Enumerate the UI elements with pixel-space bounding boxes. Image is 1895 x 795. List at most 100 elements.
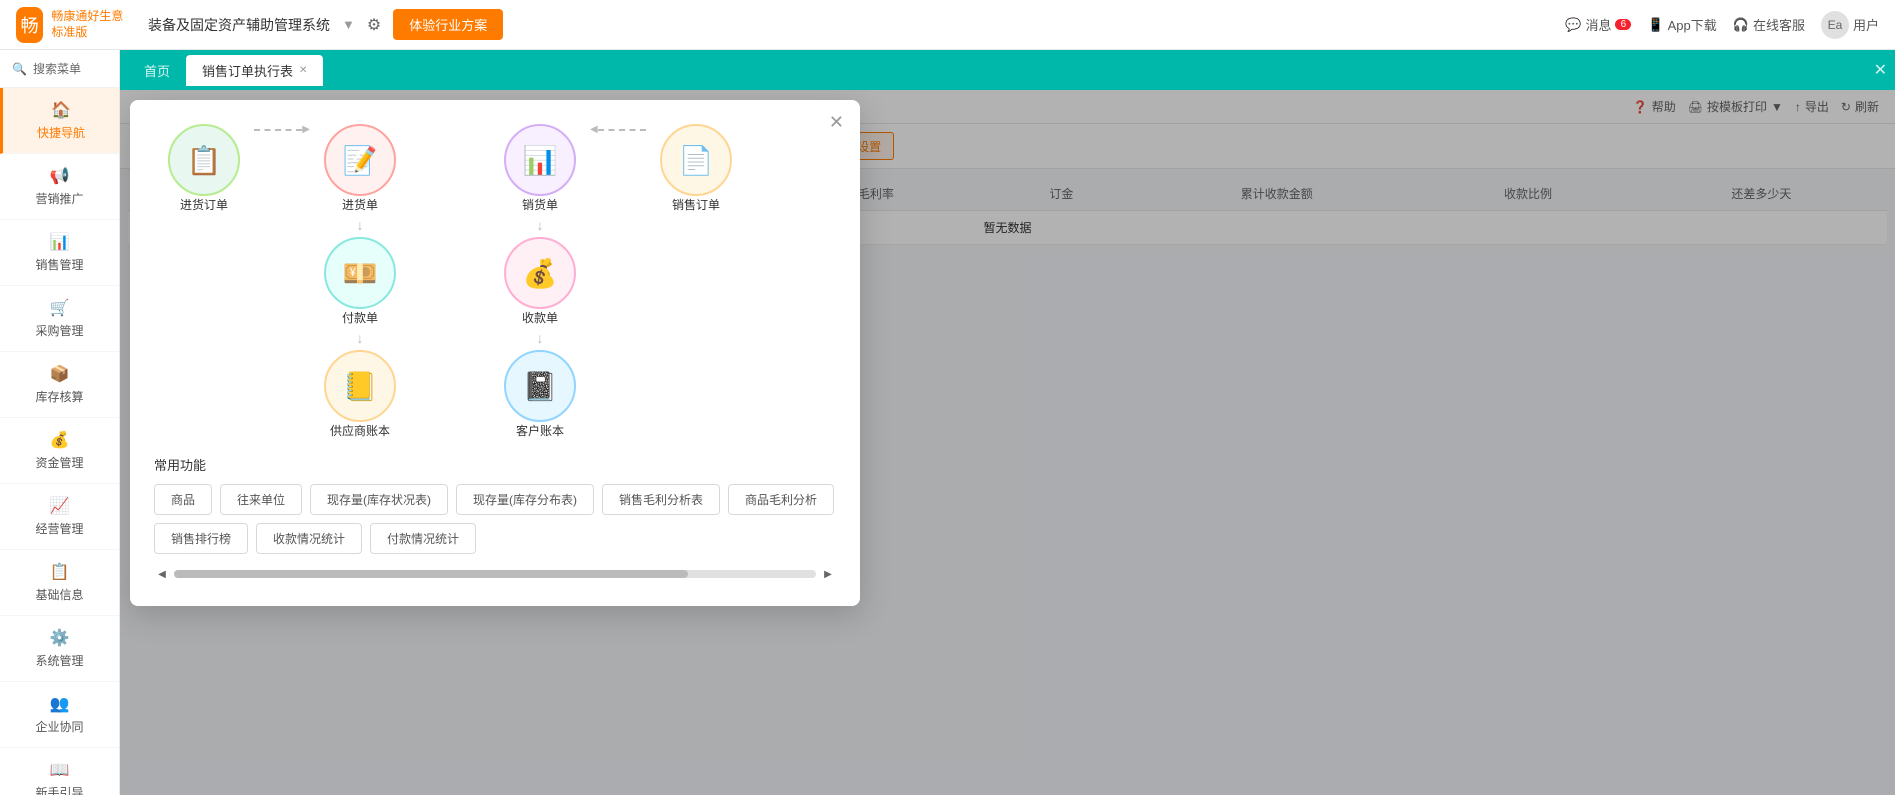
sidebar-label-finance: 资金管理 xyxy=(35,454,83,471)
sidebar-label-sales: 销售管理 xyxy=(35,256,83,273)
flow-customer-account-label: 客户账本 xyxy=(516,422,564,439)
modal-close-button[interactable]: ✕ xyxy=(829,112,844,133)
sidebar: 🔍 搜索菜单 🏠 快捷导航 📢 营销推广 📊 销售管理 🛒 采购管理 📦 xyxy=(0,50,120,795)
marketing-icon: 📢 xyxy=(50,166,70,186)
func-sales-profit[interactable]: 销售毛利分析表 xyxy=(602,484,720,515)
flow-supplier-account-icon[interactable]: 📒 xyxy=(324,350,396,422)
inventory-icon: 📦 xyxy=(50,364,70,384)
flow-supplier-account-label: 供应商账本 xyxy=(330,422,390,439)
logo-icon: 畅 xyxy=(16,7,43,43)
sidebar-label-basic-info: 基础信息 xyxy=(35,586,83,603)
tab-home[interactable]: 首页 xyxy=(128,55,186,86)
user-label: 用户 xyxy=(1853,15,1879,34)
sidebar-item-enterprise[interactable]: 👥 企业协同 xyxy=(0,682,119,748)
common-functions: 常用功能 商品 往来单位 现存量(库存状况表) 现存量(库存分布表) 销售毛利分… xyxy=(154,455,836,554)
sidebar-item-purchase[interactable]: 🛒 采购管理 xyxy=(0,286,119,352)
tab-bar: 首页 销售订单执行表 ✕ ✕ xyxy=(120,50,1895,90)
func-stock-dist[interactable]: 现存量(库存分布表) xyxy=(456,484,594,515)
func-payment-stats[interactable]: 付款情况统计 xyxy=(370,523,476,554)
experience-button[interactable]: 体验行业方案 xyxy=(393,9,503,40)
service-icon: 🎧 xyxy=(1733,17,1749,33)
tab-home-label: 首页 xyxy=(144,61,170,80)
operation-icon: 📈 xyxy=(50,496,70,516)
sidebar-item-marketing[interactable]: 📢 营销推广 xyxy=(0,154,119,220)
home-icon: 🏠 xyxy=(51,100,71,120)
page-content: ❓ 帮助 🖨 按模板打印 ▼ ↑ 导出 ↻ 刷新 xyxy=(120,90,1895,795)
sidebar-item-sales[interactable]: 📊 销售管理 xyxy=(0,220,119,286)
close-all-tabs-icon[interactable]: ✕ xyxy=(1874,60,1887,80)
tab-sales-order-label: 销售订单执行表 xyxy=(202,61,293,80)
sidebar-item-guide[interactable]: 📖 新手引导 xyxy=(0,748,119,795)
modal-overlay: ✕ 📋 进货订单 xyxy=(120,90,1895,795)
sidebar-label-system: 系统管理 xyxy=(35,652,83,669)
scroll-right-button[interactable]: ▶ xyxy=(820,566,836,582)
enterprise-icon: 👥 xyxy=(50,694,70,714)
func-grid: 商品 往来单位 现存量(库存状况表) 现存量(库存分布表) 销售毛利分析表 商品… xyxy=(154,484,836,554)
flow-purchase-slip-icon[interactable]: 📝 xyxy=(324,124,396,196)
flow-sales-slip-label: 销货单 xyxy=(522,196,558,213)
search-icon: 🔍 xyxy=(12,62,27,76)
flow-customer-account-icon[interactable]: 📓 xyxy=(504,350,576,422)
system-name: 装备及固定资产辅助管理系统 xyxy=(148,15,330,35)
sales-icon: 📊 xyxy=(50,232,70,252)
scroll-track[interactable] xyxy=(174,570,816,578)
sidebar-label-guide: 新手引导 xyxy=(35,784,83,795)
sidebar-item-basic-info[interactable]: 📋 基础信息 xyxy=(0,550,119,616)
purchase-icon: 🛒 xyxy=(50,298,70,318)
common-functions-title: 常用功能 xyxy=(154,455,836,474)
scroll-thumb xyxy=(174,570,688,578)
func-partner[interactable]: 往来单位 xyxy=(220,484,302,515)
flow-receipt-icon[interactable]: 💰 xyxy=(504,237,576,309)
sidebar-item-inventory[interactable]: 📦 库存核算 xyxy=(0,352,119,418)
tab-sales-order[interactable]: 销售订单执行表 ✕ xyxy=(186,55,323,86)
logo: 畅 畅康通好生意 标准版 xyxy=(16,7,136,43)
sidebar-label-inventory: 库存核算 xyxy=(35,388,83,405)
flow-sales-slip-icon[interactable]: 📊 xyxy=(504,124,576,196)
sidebar-item-system[interactable]: ⚙️ 系统管理 xyxy=(0,616,119,682)
flow-sales-order-label: 销售订单 xyxy=(672,196,720,213)
flow-purchase-slip-label: 进货单 xyxy=(342,196,378,213)
flow-payment-label: 付款单 xyxy=(342,309,378,326)
sidebar-item-operation[interactable]: 📈 经营管理 xyxy=(0,484,119,550)
app-download-button[interactable]: 📱 App下载 xyxy=(1647,15,1716,34)
sidebar-label-enterprise: 企业协同 xyxy=(35,718,83,735)
func-sales-rank[interactable]: 销售排行榜 xyxy=(154,523,248,554)
sidebar-item-finance[interactable]: 💰 资金管理 xyxy=(0,418,119,484)
func-stock-status[interactable]: 现存量(库存状况表) xyxy=(310,484,448,515)
flow-sales-order-icon[interactable]: 📄 xyxy=(660,124,732,196)
user-button[interactable]: Ea 用户 xyxy=(1821,11,1879,39)
sidebar-label-quick-nav: 快捷导航 xyxy=(37,124,85,141)
modal-box: ✕ 📋 进货订单 xyxy=(130,100,860,606)
flow-payment-icon[interactable]: 💴 xyxy=(324,237,396,309)
scroll-left-button[interactable]: ◀ xyxy=(154,566,170,582)
message-label: 消息 xyxy=(1585,15,1611,34)
gear-icon[interactable]: ⚙ xyxy=(367,15,381,35)
system-icon: ⚙️ xyxy=(50,628,70,648)
guide-icon: 📖 xyxy=(50,760,70,780)
modal-scrollbar: ◀ ▶ xyxy=(154,566,836,582)
avatar: Ea xyxy=(1821,11,1849,39)
download-icon: 📱 xyxy=(1647,17,1663,33)
app-download-label: App下载 xyxy=(1668,15,1717,34)
sidebar-label-purchase: 采购管理 xyxy=(35,322,83,339)
sidebar-label-marketing: 营销推广 xyxy=(35,190,83,207)
message-badge: 6 xyxy=(1615,19,1631,30)
sidebar-label-operation: 经营管理 xyxy=(35,520,83,537)
flow-purchase-order-label: 进货订单 xyxy=(180,196,228,213)
online-service-button[interactable]: 🎧 在线客服 xyxy=(1733,15,1805,34)
message-icon: 💬 xyxy=(1565,17,1581,33)
logo-text: 畅康通好生意 标准版 xyxy=(51,9,136,40)
flow-receipt-label: 收款单 xyxy=(522,309,558,326)
func-receipt-stats[interactable]: 收款情况统计 xyxy=(256,523,362,554)
flow-purchase-order-icon[interactable]: 📋 xyxy=(168,124,240,196)
func-product-profit[interactable]: 商品毛利分析 xyxy=(728,484,834,515)
tab-close-icon[interactable]: ✕ xyxy=(299,65,307,76)
func-product[interactable]: 商品 xyxy=(154,484,212,515)
dropdown-arrow-icon[interactable]: ▼ xyxy=(342,17,355,32)
sidebar-item-quick-nav[interactable]: 🏠 快捷导航 xyxy=(0,88,119,154)
message-button[interactable]: 💬 消息 6 xyxy=(1565,15,1631,34)
basic-info-icon: 📋 xyxy=(50,562,70,582)
finance-icon: 💰 xyxy=(50,430,70,450)
flow-section: 📋 进货订单 ▶ 📝 xyxy=(154,124,836,439)
search-menu-button[interactable]: 🔍 搜索菜单 xyxy=(0,50,119,88)
